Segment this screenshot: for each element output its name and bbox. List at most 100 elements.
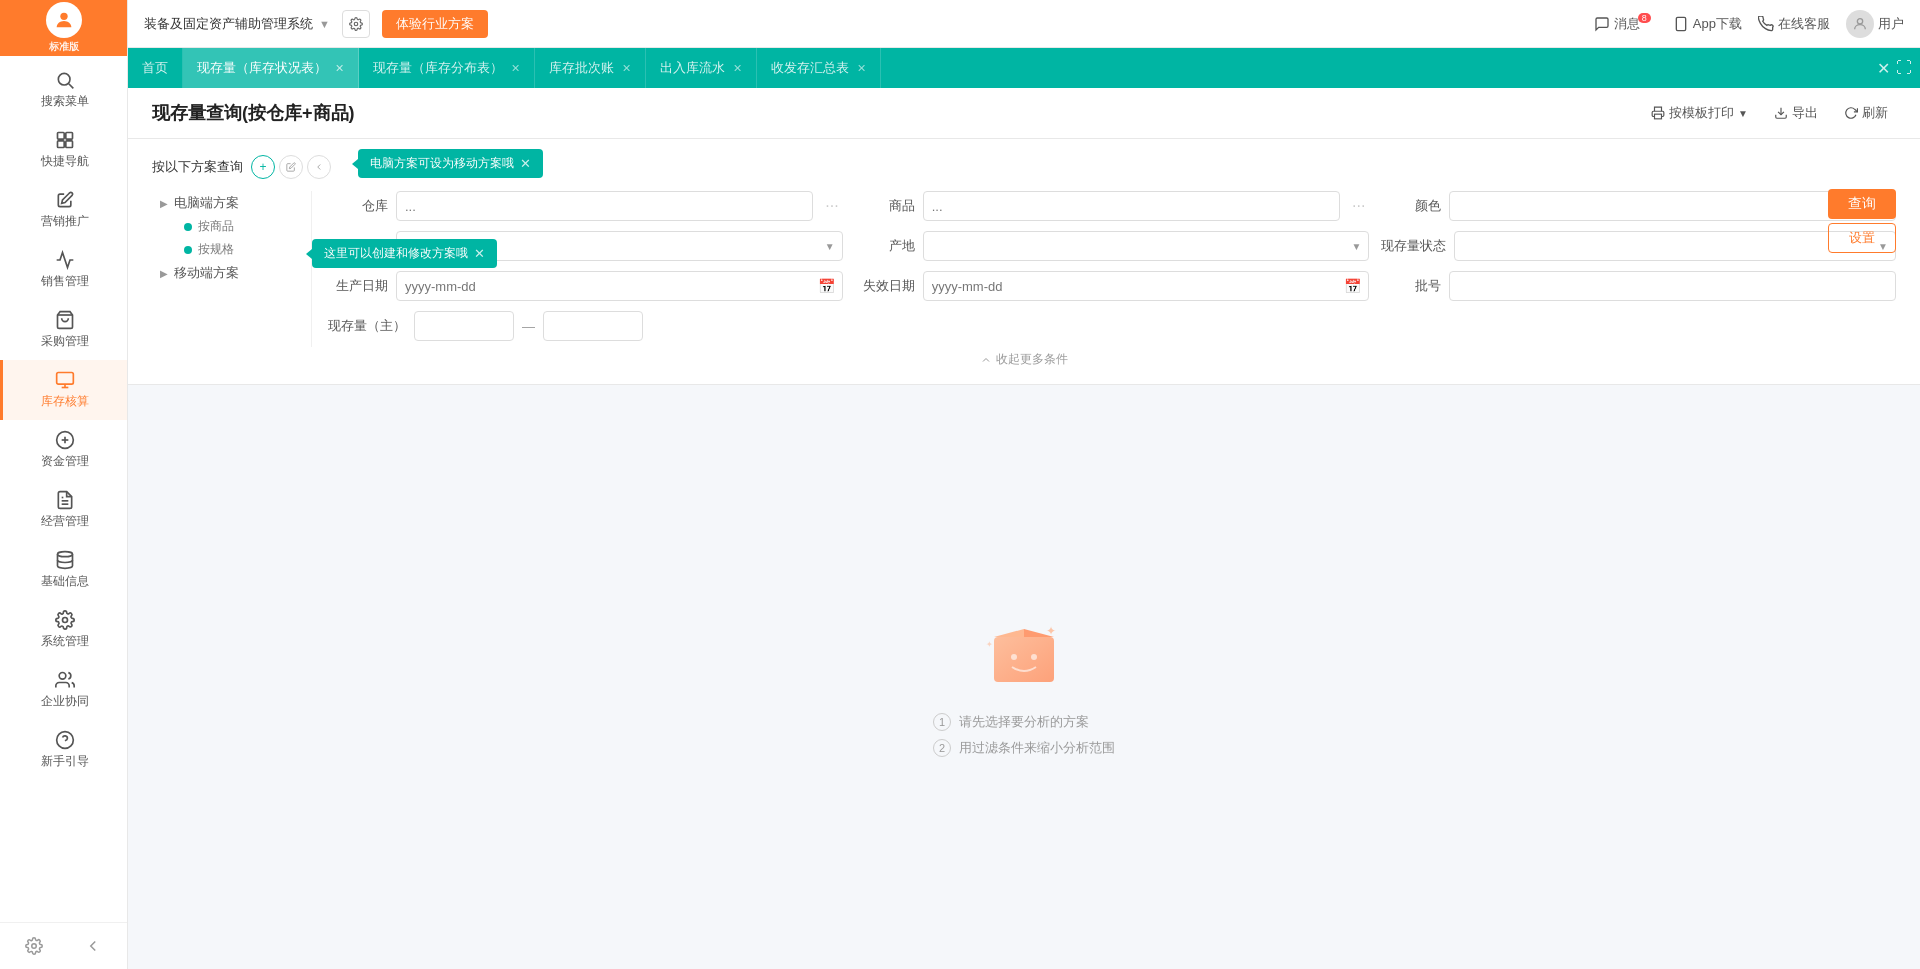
inventory-row: 现存量（主） — [328, 311, 1896, 341]
tab-close-all-btn[interactable]: ✕ [1877, 59, 1890, 78]
tab-batch-account[interactable]: 库存批次账 ✕ [535, 48, 646, 88]
expire-date-field: 失效日期 📅 [855, 271, 1370, 301]
expire-date-label: 失效日期 [855, 277, 915, 295]
print-btn[interactable]: 按模板打印 ▼ [1643, 100, 1756, 126]
sidebar-item-label: 快捷导航 [41, 153, 89, 170]
tab-expand-btn[interactable]: ⛶ [1896, 59, 1912, 77]
warehouse-input[interactable] [396, 191, 813, 221]
inventory-range: — [414, 311, 643, 341]
scheme-tree-pc[interactable]: ▶ 电脑端方案 [152, 191, 299, 215]
svg-rect-4 [66, 133, 73, 140]
sidebar-item-system[interactable]: 系统管理 [0, 600, 127, 660]
sidebar: 标准版 搜索菜单 快捷导航 营销推广 销售管理 采购管理 库存核算 资金管理 [0, 0, 128, 969]
tab-close-icon[interactable]: ✕ [511, 62, 520, 75]
tab-close-icon[interactable]: ✕ [622, 62, 631, 75]
tab-home[interactable]: 首页 [128, 48, 183, 88]
sidebar-item-operations[interactable]: 经营管理 [0, 480, 127, 540]
svg-rect-5 [58, 141, 65, 148]
svg-rect-28 [994, 637, 1054, 682]
export-btn[interactable]: 导出 [1766, 100, 1826, 126]
industry-btn[interactable]: 体验行业方案 [382, 10, 488, 38]
svg-point-22 [354, 22, 358, 26]
sidebar-item-guide[interactable]: 新手引导 [0, 720, 127, 780]
svg-text:✦: ✦ [1046, 624, 1056, 638]
tab-inventory-dist[interactable]: 现存量（库存分布表） ✕ [359, 48, 535, 88]
add-scheme-btn[interactable]: + [251, 155, 275, 179]
user-btn[interactable]: 用户 [1846, 10, 1904, 38]
tab-close-icon[interactable]: ✕ [857, 62, 866, 75]
query-btn[interactable]: 查询 [1828, 189, 1896, 219]
settings-btn[interactable] [21, 933, 47, 959]
svg-point-25 [1857, 18, 1862, 23]
expire-date-input[interactable] [923, 271, 1370, 301]
origin-field: 产地 ▼ [855, 231, 1370, 261]
sidebar-item-finance[interactable]: 资金管理 [0, 420, 127, 480]
message-btn[interactable]: 消息 8 [1594, 15, 1657, 33]
arrow-left-icon-btn[interactable] [307, 155, 331, 179]
sidebar-item-search[interactable]: 搜索菜单 [0, 60, 127, 120]
scheme-tree-by-goods[interactable]: 按商品 [176, 215, 299, 238]
goods-input[interactable] [923, 191, 1340, 221]
sidebar-item-label: 经营管理 [41, 513, 89, 530]
inventory-min-input[interactable] [414, 311, 514, 341]
tree-dot-icon [184, 223, 192, 231]
filter-header: 按以下方案查询 + 电脑方案可设为移动方案哦 ✕ [152, 155, 1896, 179]
batch-no-input[interactable] [1449, 271, 1896, 301]
filter-row-2: 尺码 ▼ 产地 [328, 231, 1896, 261]
refresh-btn[interactable]: 刷新 [1836, 100, 1896, 126]
filter-action-row: 查询 设置 [1828, 189, 1896, 253]
tooltip-popover2-close-btn[interactable]: ✕ [474, 246, 485, 261]
filter-label: 按以下方案查询 [152, 158, 243, 176]
produce-date-input[interactable] [396, 271, 843, 301]
collapse-sidebar-btn[interactable] [80, 933, 106, 959]
collapse-more-btn[interactable]: 收起更多条件 [980, 351, 1068, 368]
inventory-max-input[interactable] [543, 311, 643, 341]
tip-num-2: 2 [933, 739, 951, 757]
origin-select[interactable] [923, 231, 1370, 261]
svg-text:✦: ✦ [986, 640, 993, 649]
page-actions: 按模板打印 ▼ 导出 刷新 [1643, 100, 1896, 126]
tab-close-icon[interactable]: ✕ [335, 62, 344, 75]
sidebar-item-quicknav[interactable]: 快捷导航 [0, 120, 127, 180]
scheme-tree-mobile[interactable]: ▶ 移动端方案 [152, 261, 299, 285]
filter-action-icons: + [251, 155, 331, 179]
tab-close-icon[interactable]: ✕ [733, 62, 742, 75]
sidebar-item-enterprise[interactable]: 企业协同 [0, 660, 127, 720]
svg-rect-3 [58, 133, 65, 140]
filter-fields: 仓库 ··· 商品 ··· 颜色 [328, 191, 1896, 347]
sidebar-item-sales[interactable]: 销售管理 [0, 240, 127, 300]
scheme-tree: 这里可以创建和修改方案哦 ✕ ▶ 电脑端方案 按商品 [152, 191, 312, 347]
tab-collect-summary[interactable]: 收发存汇总表 ✕ [757, 48, 881, 88]
empty-state: ✦ ✦ 1 请先选择要分析的方案 2 用过滤条件来缩小分析范围 [128, 385, 1920, 969]
tooltip-close-btn[interactable]: ✕ [520, 156, 531, 171]
sidebar-item-purchase[interactable]: 采购管理 [0, 300, 127, 360]
inventory-main-label: 现存量（主） [328, 317, 406, 335]
app-download-label: App下载 [1693, 15, 1742, 33]
online-service-label: 在线客服 [1778, 15, 1830, 33]
online-service-btn[interactable]: 在线客服 [1758, 15, 1830, 33]
app-logo: 标准版 [0, 0, 127, 56]
sidebar-item-basic[interactable]: 基础信息 [0, 540, 127, 600]
tip-num-1: 1 [933, 713, 951, 731]
message-label: 消息 [1614, 15, 1640, 33]
sidebar-item-marketing[interactable]: 营销推广 [0, 180, 127, 240]
calendar-icon[interactable]: 📅 [818, 278, 835, 294]
app-download-btn[interactable]: App下载 [1673, 15, 1742, 33]
tab-inventory-status[interactable]: 现存量（库存状况表） ✕ [183, 48, 359, 88]
reset-btn[interactable]: 设置 [1828, 223, 1896, 253]
inventory-status-field: 现存量状态 ▼ [1381, 231, 1896, 261]
tabs-bar: 首页 现存量（库存状况表） ✕ 现存量（库存分布表） ✕ 库存批次账 ✕ 出入库… [128, 48, 1920, 88]
goods-dots-icon[interactable]: ··· [1348, 197, 1369, 215]
calendar-icon[interactable]: 📅 [1344, 278, 1361, 294]
color-label: 颜色 [1381, 197, 1441, 215]
warehouse-dots-icon[interactable]: ··· [821, 197, 842, 215]
tab-inout-flow[interactable]: 出入库流水 ✕ [646, 48, 757, 88]
chevron-down-icon: ▼ [319, 18, 330, 30]
edit-scheme-btn[interactable] [279, 155, 303, 179]
scheme-tree-by-spec[interactable]: 按规格 [176, 238, 299, 261]
color-field: 颜色 ▼ [1381, 191, 1896, 221]
scheme-tree-pc-children: 按商品 按规格 [152, 215, 299, 261]
sidebar-item-inventory[interactable]: 库存核算 [0, 360, 127, 420]
settings-icon-btn[interactable] [342, 10, 370, 38]
svg-rect-26 [1655, 114, 1662, 119]
